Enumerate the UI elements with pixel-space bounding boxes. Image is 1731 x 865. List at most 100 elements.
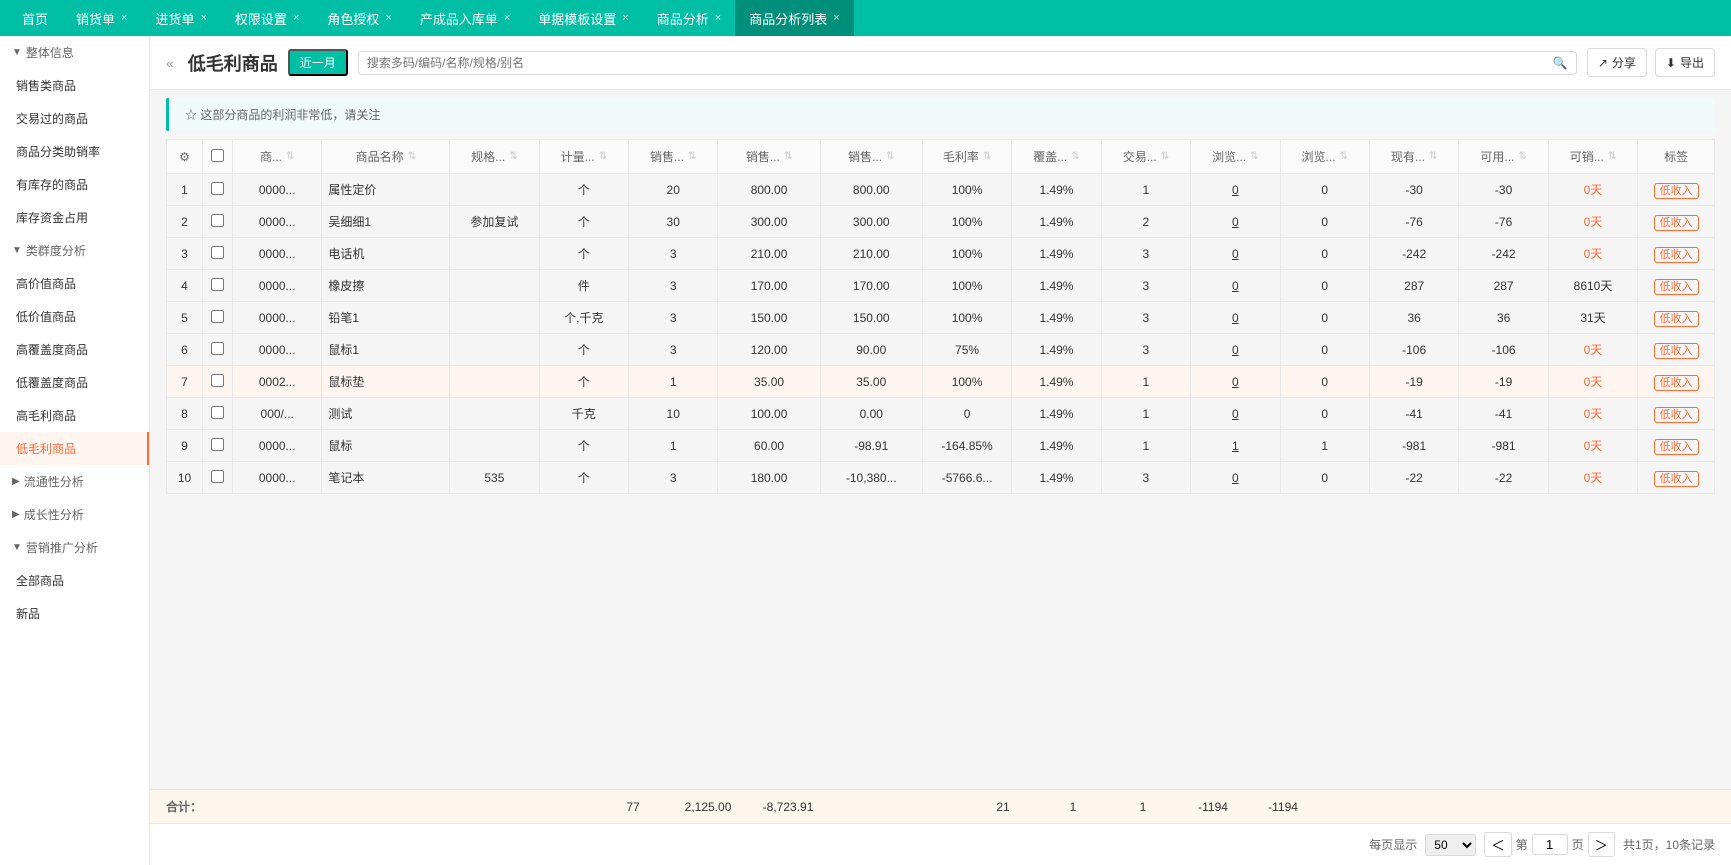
sidebar-group-liquidity-title[interactable]: ▶ 流通性分析 xyxy=(0,465,149,498)
th-unit[interactable]: 计量...⇅ xyxy=(539,140,628,174)
th-checkbox[interactable] xyxy=(203,140,233,174)
browse1-link[interactable]: 0 xyxy=(1232,183,1239,197)
close-sales-order[interactable]: × xyxy=(121,12,127,24)
next-page-btn[interactable]: ＞ xyxy=(1588,832,1615,857)
row-checkbox[interactable] xyxy=(211,182,224,195)
cell-name[interactable]: 测试 xyxy=(322,398,450,430)
th-saleable[interactable]: 可销...⇅ xyxy=(1548,140,1637,174)
nav-template-setting[interactable]: 单据模板设置 × xyxy=(524,0,642,36)
th-spec[interactable]: 规格...⇅ xyxy=(450,140,539,174)
sidebar-group-cluster-title[interactable]: ▼ 类群度分析 xyxy=(0,234,149,267)
cell-browse1[interactable]: 0 xyxy=(1191,462,1280,494)
page-size-select[interactable]: 50 100 200 xyxy=(1425,834,1476,856)
row-checkbox[interactable] xyxy=(211,470,224,483)
cell-name[interactable]: 吴细细1 xyxy=(322,206,450,238)
browse1-link[interactable]: 0 xyxy=(1232,343,1239,357)
sidebar-group-overall-title[interactable]: ▼ 整体信息 xyxy=(0,36,149,69)
nav-goods-analysis-list[interactable]: 商品分析列表 × xyxy=(735,0,853,36)
close-template[interactable]: × xyxy=(622,12,628,24)
close-purchase-order[interactable]: × xyxy=(200,12,206,24)
nav-goods-analysis[interactable]: 商品分析 × xyxy=(643,0,735,36)
row-checkbox[interactable] xyxy=(211,246,224,259)
sidebar-item-high-value[interactable]: 高价值商品 xyxy=(0,267,149,300)
th-browse2[interactable]: 浏览...⇅ xyxy=(1280,140,1369,174)
cell-checkbox[interactable] xyxy=(203,238,233,270)
nav-purchase-order[interactable]: 进货单 × xyxy=(141,0,220,36)
browse1-link[interactable]: 0 xyxy=(1232,311,1239,325)
sidebar-item-stock-goods[interactable]: 有库存的商品 xyxy=(0,168,149,201)
collapse-sidebar-btn[interactable]: « xyxy=(166,55,174,71)
cell-name[interactable]: 鼠标 xyxy=(322,430,450,462)
close-product-stock[interactable]: × xyxy=(504,12,510,24)
row-checkbox[interactable] xyxy=(211,342,224,355)
date-filter-btn[interactable]: 近一月 xyxy=(288,49,348,76)
cell-name[interactable]: 电话机 xyxy=(322,238,450,270)
cell-checkbox[interactable] xyxy=(203,366,233,398)
cell-checkbox[interactable] xyxy=(203,206,233,238)
close-role-auth[interactable]: × xyxy=(385,12,391,24)
cell-checkbox[interactable] xyxy=(203,462,233,494)
cell-checkbox[interactable] xyxy=(203,302,233,334)
sidebar-group-growth-title[interactable]: ▶ 成长性分析 xyxy=(0,498,149,531)
th-coverage[interactable]: 覆盖...⇅ xyxy=(1012,140,1101,174)
row-checkbox[interactable] xyxy=(211,278,224,291)
row-checkbox[interactable] xyxy=(211,214,224,227)
cell-checkbox[interactable] xyxy=(203,174,233,206)
row-checkbox[interactable] xyxy=(211,310,224,323)
nav-product-stock[interactable]: 产成品入库单 × xyxy=(406,0,524,36)
prev-page-btn[interactable]: ＜ xyxy=(1484,832,1511,857)
browse1-link[interactable]: 0 xyxy=(1232,407,1239,421)
cell-browse1[interactable]: 0 xyxy=(1191,398,1280,430)
nav-sales-order[interactable]: 销货单 × xyxy=(62,0,141,36)
search-icon[interactable]: 🔍 xyxy=(1553,56,1568,70)
cell-name[interactable]: 铅笔1 xyxy=(322,302,450,334)
cell-name[interactable]: 橡皮擦 xyxy=(322,270,450,302)
close-goods-analysis-list[interactable]: × xyxy=(833,12,839,24)
th-browse1[interactable]: 浏览...⇅ xyxy=(1191,140,1280,174)
cell-browse1[interactable]: 0 xyxy=(1191,334,1280,366)
sidebar-item-low-value[interactable]: 低价值商品 xyxy=(0,300,149,333)
cell-checkbox[interactable] xyxy=(203,334,233,366)
th-name[interactable]: 商品名称⇅ xyxy=(322,140,450,174)
th-tag[interactable]: 标签 xyxy=(1638,140,1715,174)
th-settings[interactable]: ⚙ xyxy=(167,140,203,174)
sidebar-item-low-margin[interactable]: 低毛利商品 xyxy=(0,432,149,465)
cell-browse1[interactable]: 0 xyxy=(1191,174,1280,206)
sidebar-item-high-margin[interactable]: 高毛利商品 xyxy=(0,399,149,432)
row-checkbox[interactable] xyxy=(211,406,224,419)
sidebar-item-traded-goods[interactable]: 交易过的商品 xyxy=(0,102,149,135)
th-transactions[interactable]: 交易...⇅ xyxy=(1101,140,1190,174)
settings-icon[interactable]: ⚙ xyxy=(179,150,190,164)
search-input[interactable] xyxy=(367,56,1553,70)
cell-browse1[interactable]: 1 xyxy=(1191,430,1280,462)
cell-browse1[interactable]: 0 xyxy=(1191,238,1280,270)
select-all-checkbox[interactable] xyxy=(211,149,224,162)
th-gross-rate[interactable]: 毛利率⇅ xyxy=(922,140,1011,174)
share-btn[interactable]: ↗ 分享 xyxy=(1587,48,1647,77)
th-sales-profit[interactable]: 销售...⇅ xyxy=(820,140,922,174)
close-permission[interactable]: × xyxy=(293,12,299,24)
cell-browse1[interactable]: 0 xyxy=(1191,302,1280,334)
th-available[interactable]: 可用...⇅ xyxy=(1459,140,1548,174)
browse1-link[interactable]: 0 xyxy=(1232,215,1239,229)
browse1-link[interactable]: 0 xyxy=(1232,375,1239,389)
sidebar-item-all-goods[interactable]: 全部商品 xyxy=(0,564,149,597)
cell-checkbox[interactable] xyxy=(203,430,233,462)
export-btn[interactable]: ⬇ 导出 xyxy=(1655,48,1715,77)
cell-name[interactable]: 鼠标1 xyxy=(322,334,450,366)
row-checkbox[interactable] xyxy=(211,438,224,451)
cell-name[interactable]: 鼠标垫 xyxy=(322,366,450,398)
close-goods-analysis[interactable]: × xyxy=(715,12,721,24)
browse1-link[interactable]: 1 xyxy=(1232,439,1239,453)
sidebar-item-sales-goods[interactable]: 销售类商品 xyxy=(0,69,149,102)
sidebar-item-category-sales-rate[interactable]: 商品分类助销率 xyxy=(0,135,149,168)
cell-browse1[interactable]: 0 xyxy=(1191,206,1280,238)
th-current[interactable]: 现有...⇅ xyxy=(1369,140,1458,174)
th-sales-amount[interactable]: 销售...⇅ xyxy=(718,140,820,174)
browse1-link[interactable]: 0 xyxy=(1232,471,1239,485)
cell-checkbox[interactable] xyxy=(203,398,233,430)
cell-browse1[interactable]: 0 xyxy=(1191,270,1280,302)
page-number-input[interactable] xyxy=(1532,834,1568,855)
sidebar-item-stock-fund[interactable]: 库存资金占用 xyxy=(0,201,149,234)
nav-home[interactable]: 首页 xyxy=(8,0,62,36)
